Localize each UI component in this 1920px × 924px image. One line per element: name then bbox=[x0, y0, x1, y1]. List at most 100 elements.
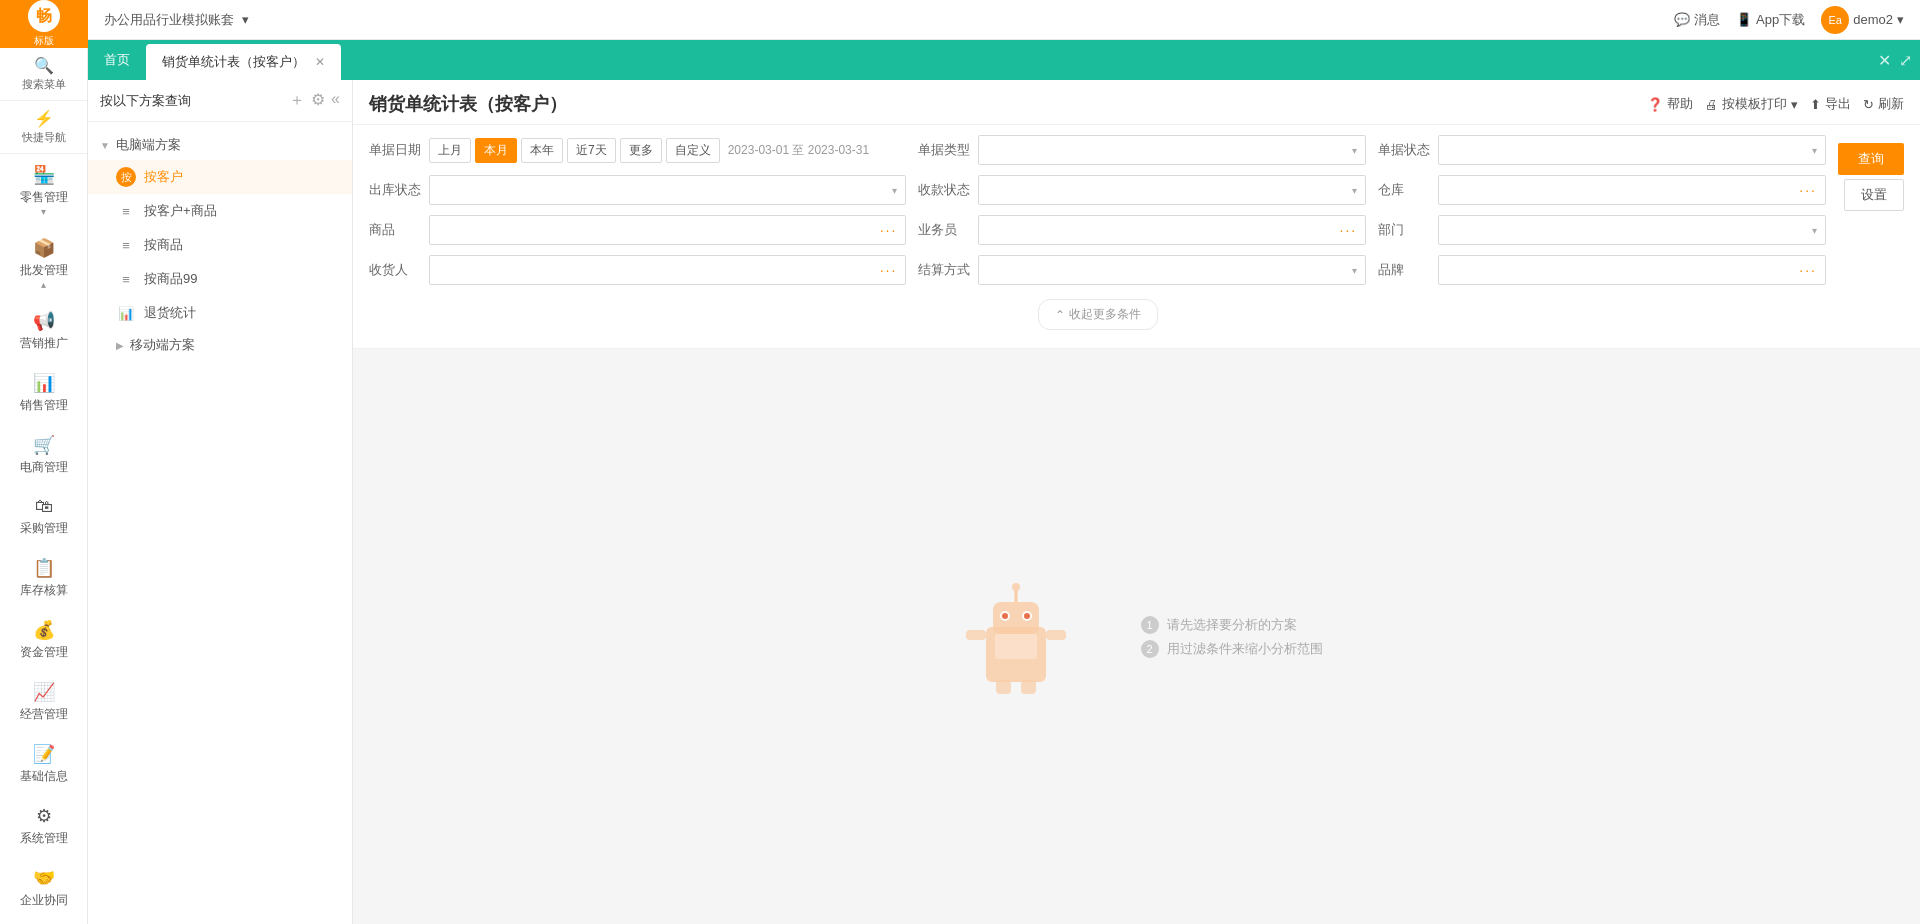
settings-scheme-btn[interactable]: ⚙ bbox=[311, 90, 325, 111]
topbar-left: 办公用品行业模拟账套 ▾ bbox=[104, 11, 249, 29]
department-label: 部门 bbox=[1378, 221, 1438, 239]
department-arrow-icon: ▾ bbox=[1812, 225, 1817, 236]
brand-label: 品牌 bbox=[1378, 261, 1438, 279]
this-year-btn[interactable]: 本年 bbox=[521, 138, 563, 163]
sales-icon: 📊 bbox=[33, 372, 55, 394]
brand-select[interactable]: ··· bbox=[1438, 255, 1826, 285]
step-1-num: 1 bbox=[1141, 616, 1159, 634]
last-month-btn[interactable]: 上月 bbox=[429, 138, 471, 163]
mobile-scheme-label: 移动端方案 bbox=[130, 336, 195, 354]
sidebar-item-newbie[interactable]: 🎯 新手引导 bbox=[0, 919, 87, 924]
tree-child-by-product[interactable]: ≡ 按商品 bbox=[88, 228, 352, 262]
sidebar-item-basic-info[interactable]: 📝 基础信息 bbox=[0, 733, 87, 795]
order-status-select[interactable]: ▾ bbox=[1438, 135, 1826, 165]
svg-rect-12 bbox=[1021, 680, 1036, 694]
query-side-panel: 查询 设置 bbox=[1826, 135, 1904, 338]
custom-btn[interactable]: 自定义 bbox=[666, 138, 720, 163]
system-icon: ⚙ bbox=[36, 805, 52, 827]
inventory-label: 库存核算 bbox=[20, 582, 68, 599]
finance-label: 资金管理 bbox=[20, 644, 68, 661]
receiver-select[interactable]: ··· bbox=[429, 255, 906, 285]
sidebar-item-system[interactable]: ⚙ 系统管理 bbox=[0, 795, 87, 857]
this-month-btn[interactable]: 本月 bbox=[475, 138, 517, 163]
tree-child-by-product-99[interactable]: ≡ 按商品99 bbox=[88, 262, 352, 296]
warehouse-label: 仓库 bbox=[1378, 181, 1438, 199]
sidebar-item-ecommerce[interactable]: 🛒 电商管理 bbox=[0, 424, 87, 486]
sidebar-item-inventory[interactable]: 📋 库存核算 bbox=[0, 547, 87, 609]
sidebar-item-operations[interactable]: 📈 经营管理 bbox=[0, 671, 87, 733]
refresh-btn[interactable]: ↻ 刷新 bbox=[1863, 95, 1904, 113]
more-btn[interactable]: 更多 bbox=[620, 138, 662, 163]
print-btn[interactable]: 🖨 按模板打印 ▾ bbox=[1705, 95, 1798, 113]
export-btn[interactable]: ⬆ 导出 bbox=[1810, 95, 1851, 113]
filter-row-1: 单据日期 上月 本月 本年 近7天 更多 自定义 2023-03-01 至 20… bbox=[369, 135, 1826, 165]
app-download-btn[interactable]: 📱 App下载 bbox=[1736, 11, 1805, 29]
settlement-select[interactable]: ▾ bbox=[978, 255, 1366, 285]
sidebar-item-quick-nav[interactable]: ⚡ 快捷导航 bbox=[0, 101, 87, 154]
svg-point-5 bbox=[1024, 613, 1030, 619]
panel-header: 按以下方案查询 ＋ ⚙ « bbox=[88, 80, 352, 122]
warehouse-select[interactable]: ··· bbox=[1438, 175, 1826, 205]
sales-label: 销售管理 bbox=[20, 397, 68, 414]
tree-parent-pc[interactable]: ▼ 电脑端方案 bbox=[88, 130, 352, 160]
tree-parent-mobile[interactable]: ▶ 移动端方案 bbox=[88, 330, 352, 360]
sidebar-item-finance[interactable]: 💰 资金管理 bbox=[0, 609, 87, 671]
sidebar-item-retail[interactable]: 🏪 零售管理 ▾ bbox=[0, 154, 87, 227]
sidebar-item-marketing[interactable]: 📢 营销推广 bbox=[0, 300, 87, 362]
salesperson-group: 业务员 ··· bbox=[918, 215, 1366, 245]
help-btn[interactable]: ❓ 帮助 bbox=[1647, 95, 1693, 113]
operations-icon: 📈 bbox=[33, 681, 55, 703]
sidebar-logo[interactable]: 畅 标版 bbox=[0, 0, 88, 48]
user-profile-btn[interactable]: Ea demo2 ▾ bbox=[1821, 6, 1904, 34]
refresh-label: 刷新 bbox=[1878, 95, 1904, 113]
svg-rect-1 bbox=[993, 602, 1039, 634]
tab-fullscreen-icon[interactable]: ⤢ bbox=[1899, 51, 1912, 70]
tab-home[interactable]: 首页 bbox=[88, 40, 146, 80]
panel-header-actions: ＋ ⚙ « bbox=[289, 90, 340, 111]
out-status-select[interactable]: ▾ bbox=[429, 175, 906, 205]
return-stat-label: 退货统计 bbox=[144, 304, 196, 322]
step-1-text: 请先选择要分析的方案 bbox=[1167, 616, 1297, 634]
salesperson-select[interactable]: ··· bbox=[978, 215, 1366, 245]
export-label: 导出 bbox=[1825, 95, 1851, 113]
sidebar-item-purchase[interactable]: 🛍 采购管理 bbox=[0, 486, 87, 547]
order-status-group: 单据状态 ▾ bbox=[1378, 135, 1826, 165]
ecommerce-icon: 🛒 bbox=[33, 434, 55, 456]
product-select[interactable]: ··· bbox=[429, 215, 906, 245]
step-2-text: 用过滤条件来缩小分析范围 bbox=[1167, 640, 1323, 658]
tab-minimize-icon[interactable]: ✕ bbox=[1878, 51, 1891, 70]
logo-text: 标版 bbox=[34, 34, 54, 48]
brand-dots-icon: ··· bbox=[1799, 262, 1817, 278]
filter-row-3: 商品 ··· 业务员 ··· bbox=[369, 215, 1826, 245]
settlement-group: 结算方式 ▾ bbox=[918, 255, 1366, 285]
collapse-panel-btn[interactable]: « bbox=[331, 90, 340, 111]
tree-child-by-customer-product[interactable]: ≡ 按客户+商品 bbox=[88, 194, 352, 228]
basic-info-icon: 📝 bbox=[33, 743, 55, 765]
last-7-days-btn[interactable]: 近7天 bbox=[567, 138, 616, 163]
sidebar-item-wholesale[interactable]: 📦 批发管理 ▴ bbox=[0, 227, 87, 300]
sidebar-item-sales[interactable]: 📊 销售管理 bbox=[0, 362, 87, 424]
system-label: 系统管理 bbox=[20, 830, 68, 847]
order-type-select[interactable]: ▾ bbox=[978, 135, 1366, 165]
order-status-label: 单据状态 bbox=[1378, 141, 1438, 159]
message-label: 消息 bbox=[1694, 11, 1720, 29]
collapse-more-btn[interactable]: ⌃ 收起更多条件 bbox=[1038, 299, 1158, 330]
tree-child-by-customer[interactable]: 按 按客户 bbox=[88, 160, 352, 194]
by-customer-product-label: 按客户+商品 bbox=[144, 202, 217, 220]
department-select[interactable]: ▾ bbox=[1438, 215, 1826, 245]
empty-illustration bbox=[951, 572, 1081, 702]
sidebar-item-search[interactable]: 🔍 搜索菜单 bbox=[0, 48, 87, 101]
svg-rect-8 bbox=[995, 634, 1037, 659]
tab-sales-stat[interactable]: 销货单统计表（按客户） ✕ bbox=[146, 44, 341, 80]
settings-btn[interactable]: 设置 bbox=[1844, 179, 1904, 211]
add-scheme-btn[interactable]: ＋ bbox=[289, 90, 305, 111]
tree-child-return-stat[interactable]: 📊 退货统计 bbox=[88, 296, 352, 330]
sidebar-item-enterprise[interactable]: 🤝 企业协同 bbox=[0, 857, 87, 919]
tab-close-btn[interactable]: ✕ bbox=[315, 55, 325, 69]
filter-row-2: 出库状态 ▾ 收款状态 ▾ bbox=[369, 175, 1826, 205]
industry-dropdown-icon[interactable]: ▾ bbox=[242, 12, 249, 27]
message-btn[interactable]: 💬 消息 bbox=[1674, 11, 1720, 29]
receipt-status-select[interactable]: ▾ bbox=[978, 175, 1366, 205]
robot-svg bbox=[951, 572, 1081, 702]
query-btn[interactable]: 查询 bbox=[1838, 143, 1904, 175]
